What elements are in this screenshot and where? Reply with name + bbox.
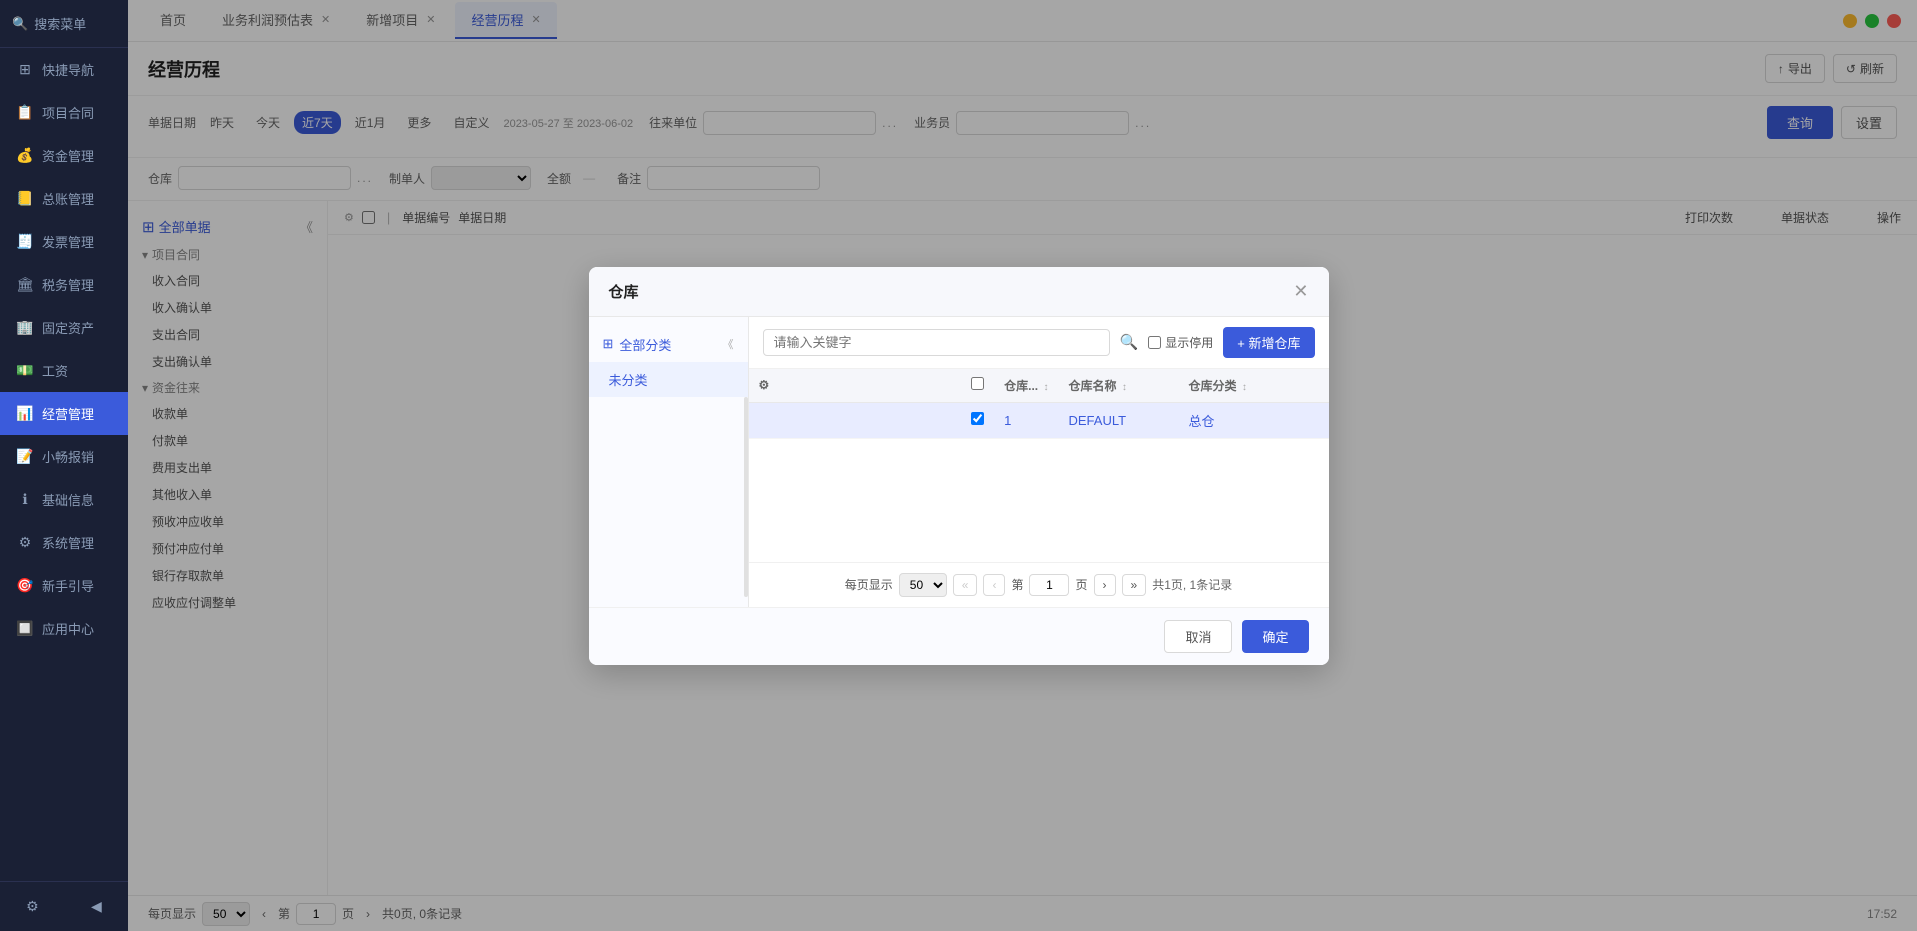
col-num-label: 仓库... (1004, 379, 1038, 393)
modal-right-panel: 🔍 显示停用 + 新增仓库 ⚙ (749, 317, 1329, 607)
col-num-sort-icon[interactable]: ↕ (1044, 382, 1049, 393)
row-num-value: 1 (1004, 413, 1011, 428)
modal-body: ⊞ 全部分类 《 未分类 🔍 (589, 317, 1329, 607)
modal-title: 仓库 (609, 281, 639, 302)
row-code-cell: DEFAULT (1059, 402, 1179, 438)
col-name-header: 仓库名称 ↕ (1059, 369, 1179, 403)
per-page-label: 每页显示 (845, 576, 893, 593)
col-category-label: 仓库分类 (1189, 379, 1237, 393)
show-disabled-checkbox[interactable] (1148, 336, 1161, 349)
modal-search-bar: 🔍 显示停用 + 新增仓库 (749, 317, 1329, 369)
category-grid-icon: ⊞ (603, 336, 614, 352)
modal-footer: 取消 确定 (589, 607, 1329, 665)
col-checkbox-header (961, 369, 994, 403)
row-checkbox-cell (961, 402, 994, 438)
table-header-row: ⚙ 仓库... ↕ 仓库名称 (749, 369, 1329, 403)
col-name-sort-icon[interactable]: ↕ (1122, 382, 1127, 393)
modal-pagination: 每页显示 50 « ‹ 第 页 › » 共1页, 1条记录 (749, 562, 1329, 607)
last-page-btn[interactable]: » (1122, 574, 1147, 596)
per-page-select[interactable]: 50 (899, 573, 947, 597)
show-disabled-label[interactable]: 显示停用 (1148, 334, 1213, 351)
prev-page-btn[interactable]: ‹ (983, 574, 1005, 596)
row-name-cell: 总仓 (1179, 402, 1329, 438)
col-category-sort-icon[interactable]: ↕ (1242, 382, 1247, 393)
all-category-label: 全部分类 (619, 335, 671, 354)
show-disabled-text: 显示停用 (1165, 334, 1213, 351)
left-scroll-area (589, 397, 748, 597)
col-category-header: 仓库分类 ↕ (1179, 369, 1329, 403)
uncategorized-label: 未分类 (609, 373, 648, 388)
select-all-modal-checkbox[interactable] (971, 377, 984, 390)
settings-icon: ⚙ (759, 378, 770, 392)
modal-category-panel: ⊞ 全部分类 《 未分类 (589, 317, 749, 607)
page-label: 第 (1011, 576, 1023, 593)
modal-search-icon[interactable]: 🔍 (1120, 333, 1139, 351)
modal-header: 仓库 ✕ (589, 267, 1329, 317)
left-toggle-btn[interactable]: 《 (723, 336, 734, 352)
first-page-btn[interactable]: « (953, 574, 978, 596)
cancel-button[interactable]: 取消 (1164, 620, 1232, 653)
row-checkbox[interactable] (971, 412, 984, 425)
page-input[interactable] (1029, 574, 1069, 596)
page-suffix: 页 (1075, 576, 1087, 593)
row-num-cell: 1 (994, 402, 1058, 438)
col-settings-header[interactable]: ⚙ (749, 369, 962, 403)
row-code-value: DEFAULT (1069, 413, 1127, 428)
modal-search-input[interactable] (763, 329, 1110, 356)
confirm-button[interactable]: 确定 (1242, 620, 1308, 653)
all-category-btn[interactable]: ⊞ 全部分类 《 (589, 327, 748, 362)
category-uncategorized[interactable]: 未分类 (589, 362, 748, 397)
modal-close-button[interactable]: ✕ (1293, 282, 1308, 300)
page-total-info: 共1页, 1条记录 (1152, 576, 1232, 593)
row-name-value: 总仓 (1189, 414, 1215, 429)
table-row[interactable]: 1 DEFAULT 总仓 (749, 402, 1329, 438)
add-warehouse-button[interactable]: + 新增仓库 (1223, 327, 1314, 358)
col-num-header: 仓库... ↕ (994, 369, 1058, 403)
col-name-label: 仓库名称 (1069, 379, 1117, 393)
modal-table: ⚙ 仓库... ↕ 仓库名称 (749, 369, 1329, 439)
left-scrollbar[interactable] (744, 397, 748, 597)
modal-table-wrap: ⚙ 仓库... ↕ 仓库名称 (749, 369, 1329, 562)
modal-table-body: 1 DEFAULT 总仓 (749, 402, 1329, 438)
modal-overlay: 仓库 ✕ ⊞ 全部分类 《 未分类 (0, 0, 1917, 931)
warehouse-modal: 仓库 ✕ ⊞ 全部分类 《 未分类 (589, 267, 1329, 665)
row-settings-cell (749, 402, 962, 438)
next-page-btn[interactable]: › (1094, 574, 1116, 596)
